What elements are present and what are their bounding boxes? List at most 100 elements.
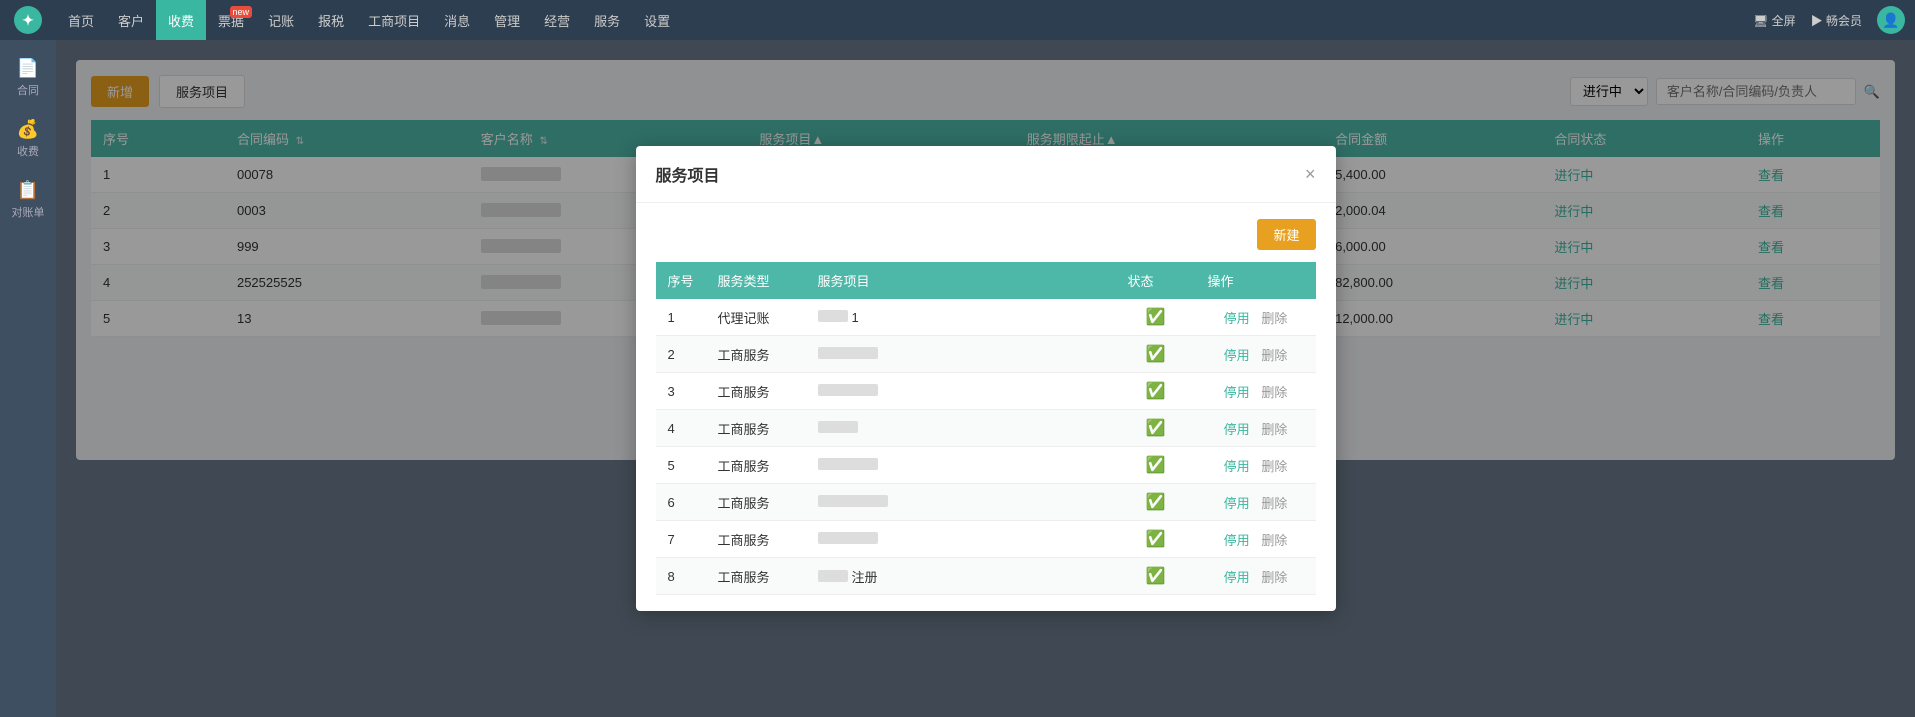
modal-cell-num: 8 bbox=[656, 558, 706, 595]
stop-button[interactable]: 停用 bbox=[1224, 459, 1250, 474]
logo-icon: ✦ bbox=[14, 6, 42, 34]
status-check-icon: ✅ bbox=[1146, 309, 1166, 326]
modal-body: 新建 序号 服务类型 服务项目 状态 操作 bbox=[636, 203, 1336, 611]
modal-cell-num: 1 bbox=[656, 299, 706, 336]
modal-toolbar: 新建 bbox=[656, 219, 1316, 250]
stop-button[interactable]: 停用 bbox=[1224, 311, 1250, 326]
nav-bookkeeping[interactable]: 记账 bbox=[256, 0, 306, 40]
modal-cell-type: 代理记账 bbox=[706, 299, 806, 336]
modal-cell-item: 注册 bbox=[806, 558, 1116, 595]
sidebar-item-contract[interactable]: 📄 合同 bbox=[2, 50, 54, 106]
modal-cell-action: 停用 删除 bbox=[1196, 558, 1316, 595]
delete-button[interactable]: 删除 bbox=[1261, 348, 1287, 363]
stop-button[interactable]: 停用 bbox=[1224, 422, 1250, 437]
fullscreen-btn[interactable]: 🖥 全屏 bbox=[1753, 12, 1796, 29]
modal-cell-num: 6 bbox=[656, 484, 706, 521]
modal-cell-item bbox=[806, 447, 1116, 484]
status-check-icon: ✅ bbox=[1146, 457, 1166, 474]
nav-operation[interactable]: 经营 bbox=[532, 0, 582, 40]
delete-button[interactable]: 删除 bbox=[1261, 459, 1287, 474]
modal-cell-action: 停用 删除 bbox=[1196, 373, 1316, 410]
new-service-button[interactable]: 新建 bbox=[1257, 219, 1315, 250]
modal-col-action: 操作 bbox=[1196, 262, 1316, 299]
modal-table-row: 6 工商服务 ✅ 停用 删除 bbox=[656, 484, 1316, 521]
nav-settings[interactable]: 设置 bbox=[632, 0, 682, 40]
modal-cell-item bbox=[806, 484, 1116, 521]
delete-button[interactable]: 删除 bbox=[1261, 385, 1287, 400]
modal-cell-action: 停用 删除 bbox=[1196, 447, 1316, 484]
modal-cell-type: 工商服务 bbox=[706, 484, 806, 521]
modal-cell-item bbox=[806, 373, 1116, 410]
service-table: 序号 服务类型 服务项目 状态 操作 1 代理记账 1 ✅ 停用 删除 2 bbox=[656, 262, 1316, 595]
modal-cell-num: 5 bbox=[656, 447, 706, 484]
modal-cell-type: 工商服务 bbox=[706, 521, 806, 558]
modal-cell-action: 停用 删除 bbox=[1196, 299, 1316, 336]
modal-cell-item bbox=[806, 336, 1116, 373]
logo: ✦ bbox=[10, 2, 46, 38]
modal-cell-action: 停用 删除 bbox=[1196, 336, 1316, 373]
statement-icon: 📋 bbox=[17, 180, 39, 201]
delete-button[interactable]: 删除 bbox=[1261, 496, 1287, 511]
modal-cell-status: ✅ bbox=[1116, 447, 1196, 484]
modal-table-row: 1 代理记账 1 ✅ 停用 删除 bbox=[656, 299, 1316, 336]
modal-cell-status: ✅ bbox=[1116, 484, 1196, 521]
modal-cell-type: 工商服务 bbox=[706, 447, 806, 484]
delete-button[interactable]: 删除 bbox=[1261, 570, 1287, 585]
modal-table-row: 3 工商服务 ✅ 停用 删除 bbox=[656, 373, 1316, 410]
status-check-icon: ✅ bbox=[1146, 568, 1166, 585]
stop-button[interactable]: 停用 bbox=[1224, 385, 1250, 400]
stop-button[interactable]: 停用 bbox=[1224, 570, 1250, 585]
main-layout: 📄 合同 💰 收费 📋 对账单 新增 服务项目 进行中 全部 已结束 bbox=[0, 40, 1915, 717]
delete-button[interactable]: 删除 bbox=[1261, 311, 1287, 326]
nav-invoice[interactable]: 票据 new bbox=[206, 0, 256, 40]
modal-table-row: 8 工商服务 注册 ✅ 停用 删除 bbox=[656, 558, 1316, 595]
modal-title: 服务项目 bbox=[656, 162, 720, 186]
nav-home[interactable]: 首页 bbox=[56, 0, 106, 40]
nav-right-area: 🖥 全屏 ▶ 畅会员 👤 bbox=[1753, 6, 1905, 34]
nav-message[interactable]: 消息 bbox=[432, 0, 482, 40]
avatar[interactable]: 👤 bbox=[1877, 6, 1905, 34]
sidebar-label-statement: 对账单 bbox=[12, 204, 45, 220]
modal-overlay: 服务项目 × 新建 序号 服务类型 服务项目 状态 bbox=[56, 40, 1915, 717]
modal-cell-action: 停用 删除 bbox=[1196, 410, 1316, 447]
modal-cell-action: 停用 删除 bbox=[1196, 521, 1316, 558]
modal-cell-status: ✅ bbox=[1116, 558, 1196, 595]
modal-cell-type: 工商服务 bbox=[706, 410, 806, 447]
modal-col-status: 状态 bbox=[1116, 262, 1196, 299]
nav-service[interactable]: 服务 bbox=[582, 0, 632, 40]
status-check-icon: ✅ bbox=[1146, 494, 1166, 511]
stop-button[interactable]: 停用 bbox=[1224, 533, 1250, 548]
modal-col-item: 服务项目 bbox=[806, 262, 1116, 299]
modal-table-row: 7 工商服务 ✅ 停用 删除 bbox=[656, 521, 1316, 558]
sidebar-item-statement[interactable]: 📋 对账单 bbox=[2, 172, 54, 228]
main-area: 新增 服务项目 进行中 全部 已结束 🔍 序号 合同编码 bbox=[56, 40, 1915, 717]
modal-cell-status: ✅ bbox=[1116, 336, 1196, 373]
stop-button[interactable]: 停用 bbox=[1224, 496, 1250, 511]
nav-tax[interactable]: 报税 bbox=[306, 0, 356, 40]
modal-cell-item: 1 bbox=[806, 299, 1116, 336]
nav-fee[interactable]: 收费 bbox=[156, 0, 206, 40]
delete-button[interactable]: 删除 bbox=[1261, 422, 1287, 437]
nav-client[interactable]: 客户 bbox=[106, 0, 156, 40]
modal-cell-status: ✅ bbox=[1116, 410, 1196, 447]
modal-col-num: 序号 bbox=[656, 262, 706, 299]
modal-header: 服务项目 × bbox=[636, 146, 1336, 203]
stop-button[interactable]: 停用 bbox=[1224, 348, 1250, 363]
status-check-icon: ✅ bbox=[1146, 383, 1166, 400]
status-check-icon: ✅ bbox=[1146, 531, 1166, 548]
modal-cell-type: 工商服务 bbox=[706, 558, 806, 595]
delete-button[interactable]: 删除 bbox=[1261, 533, 1287, 548]
service-modal: 服务项目 × 新建 序号 服务类型 服务项目 状态 bbox=[636, 146, 1336, 611]
modal-table-row: 2 工商服务 ✅ 停用 删除 bbox=[656, 336, 1316, 373]
nav-manage[interactable]: 管理 bbox=[482, 0, 532, 40]
modal-cell-num: 4 bbox=[656, 410, 706, 447]
member-btn[interactable]: ▶ 畅会员 bbox=[1811, 12, 1862, 29]
modal-close-button[interactable]: × bbox=[1305, 165, 1316, 183]
new-badge: new bbox=[230, 6, 253, 18]
modal-cell-type: 工商服务 bbox=[706, 336, 806, 373]
sidebar-item-fee[interactable]: 💰 收费 bbox=[2, 111, 54, 167]
nav-business[interactable]: 工商项目 bbox=[356, 0, 432, 40]
modal-cell-num: 2 bbox=[656, 336, 706, 373]
modal-table-row: 5 工商服务 ✅ 停用 删除 bbox=[656, 447, 1316, 484]
modal-cell-action: 停用 删除 bbox=[1196, 484, 1316, 521]
